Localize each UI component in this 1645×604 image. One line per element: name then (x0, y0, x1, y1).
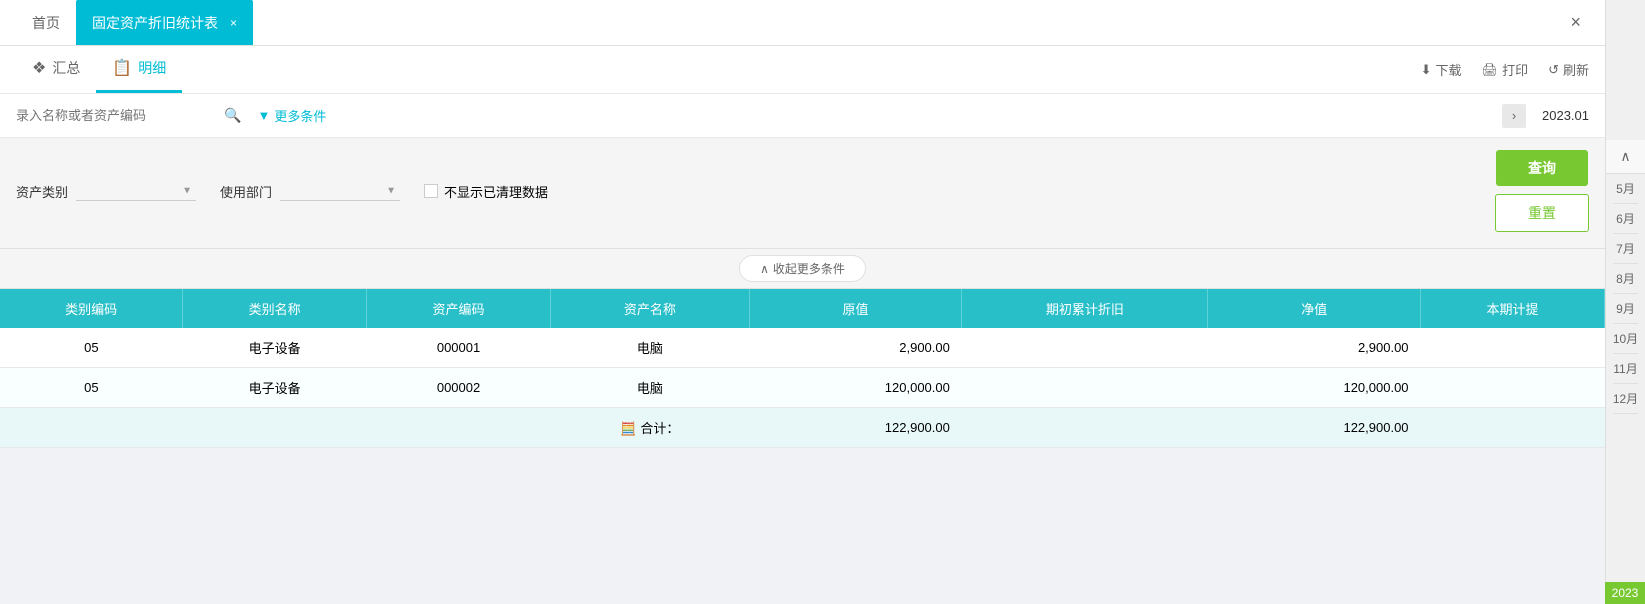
department-label: 使用部门 (220, 182, 272, 201)
reset-button[interactable]: 重置 (1495, 194, 1589, 232)
total-cell: 122,900.00 (749, 408, 962, 448)
scroll-up-button[interactable]: ∧ (1606, 140, 1645, 174)
total-cell (0, 408, 183, 448)
tab-close-button[interactable]: × (230, 16, 237, 30)
total-row: 🧮合计：122,900.00122,900.00 (0, 408, 1605, 448)
hide-cleared-checkbox[interactable]: 不显示已清理数据 (424, 182, 548, 201)
filter-label: 更多条件 (274, 106, 326, 125)
data-table: 类别编码类别名称资产编码资产名称原值期初累计折旧净值本期计提 05电子设备000… (0, 289, 1605, 448)
table-cell: 000001 (367, 328, 551, 368)
total-icon: 🧮 (620, 421, 636, 436)
checkbox-box (424, 184, 438, 198)
department-select[interactable] (280, 181, 400, 201)
total-cell: 122,900.00 (1208, 408, 1421, 448)
collapse-button[interactable]: ∧ 收起更多条件 (739, 255, 866, 282)
refresh-icon: ↺ (1548, 62, 1559, 78)
tab-summary[interactable]: ❖ 汇总 (16, 46, 96, 93)
total-cell (1421, 408, 1605, 448)
month-item[interactable]: 12月 (1613, 384, 1638, 414)
home-nav[interactable]: 首页 (16, 0, 76, 45)
hide-cleared-label: 不显示已清理数据 (444, 182, 548, 201)
download-button[interactable]: ⬇ 下载 (1421, 60, 1462, 79)
month-item[interactable]: 9月 (1613, 294, 1638, 324)
total-cell (183, 408, 367, 448)
table-cell: 2,900.00 (1208, 328, 1421, 368)
month-item[interactable]: 11月 (1613, 354, 1638, 384)
download-icon: ⬇ (1421, 62, 1432, 78)
table-cell: 电子设备 (183, 328, 367, 368)
table-cell: 120,000.00 (749, 368, 962, 408)
month-item[interactable]: 7月 (1613, 234, 1638, 264)
table-cell: 05 (0, 328, 183, 368)
total-cell: 🧮合计： (550, 408, 749, 448)
total-cell (367, 408, 551, 448)
table-cell (962, 368, 1208, 408)
print-button[interactable]: 🖨 打印 (1482, 60, 1529, 79)
chevron-right-icon: › (1512, 108, 1516, 123)
month-item[interactable]: 8月 (1613, 264, 1638, 294)
download-label: 下载 (1436, 60, 1462, 79)
column-header: 净值 (1208, 289, 1421, 328)
collapse-icon: ∧ (760, 262, 769, 276)
table-cell (1421, 328, 1605, 368)
table-cell (962, 328, 1208, 368)
column-header: 类别名称 (183, 289, 367, 328)
asset-type-select[interactable] (76, 181, 196, 201)
print-label: 打印 (1502, 60, 1528, 79)
summary-icon: ❖ (32, 58, 46, 78)
total-cell (962, 408, 1208, 448)
right-panel: ∧ 5月6月7月8月9月10月11月12月 2023 (1605, 0, 1645, 604)
column-header: 资产名称 (550, 289, 749, 328)
table-row: 05电子设备000002电脑120,000.00120,000.00 (0, 368, 1605, 408)
table-cell: 2,900.00 (749, 328, 962, 368)
column-header: 原值 (749, 289, 962, 328)
window-close-button[interactable]: × (1562, 8, 1589, 37)
column-header: 资产编码 (367, 289, 551, 328)
search-icon: 🔍 (224, 107, 241, 124)
month-item[interactable]: 5月 (1613, 174, 1638, 204)
tab-label: 固定资产折旧统计表 (92, 13, 218, 33)
year-badge: 2023 (1605, 582, 1645, 604)
table-cell: 000002 (367, 368, 551, 408)
expand-panel-button[interactable]: › (1502, 104, 1526, 128)
table-cell (1421, 368, 1605, 408)
table-row: 05电子设备000001电脑2,900.002,900.00 (0, 328, 1605, 368)
query-button[interactable]: 查询 (1496, 150, 1588, 186)
table-cell: 05 (0, 368, 183, 408)
refresh-label: 刷新 (1563, 60, 1589, 79)
date-display: 2023.01 (1542, 108, 1589, 123)
print-icon: 🖨 (1482, 62, 1499, 78)
asset-type-label: 资产类别 (16, 182, 68, 201)
table-cell: 电脑 (550, 368, 749, 408)
tab-detail-label: 明细 (138, 58, 166, 78)
filter-icon: ▼ (257, 108, 270, 123)
search-input[interactable] (16, 108, 216, 123)
table-cell: 电子设备 (183, 368, 367, 408)
collapse-label: 收起更多条件 (773, 260, 845, 277)
month-item[interactable]: 10月 (1613, 324, 1638, 354)
table-cell: 电脑 (550, 328, 749, 368)
more-filter-button[interactable]: ▼ 更多条件 (257, 106, 326, 125)
tab-summary-label: 汇总 (52, 58, 80, 78)
month-item[interactable]: 6月 (1613, 204, 1638, 234)
refresh-button[interactable]: ↺ 刷新 (1548, 60, 1589, 79)
column-header: 类别编码 (0, 289, 183, 328)
column-header: 期初累计折旧 (962, 289, 1208, 328)
active-tab[interactable]: 固定资产折旧统计表 × (76, 0, 253, 45)
tab-detail[interactable]: 📋 明细 (96, 46, 182, 93)
detail-icon: 📋 (112, 58, 132, 78)
table-cell: 120,000.00 (1208, 368, 1421, 408)
column-header: 本期计提 (1421, 289, 1605, 328)
